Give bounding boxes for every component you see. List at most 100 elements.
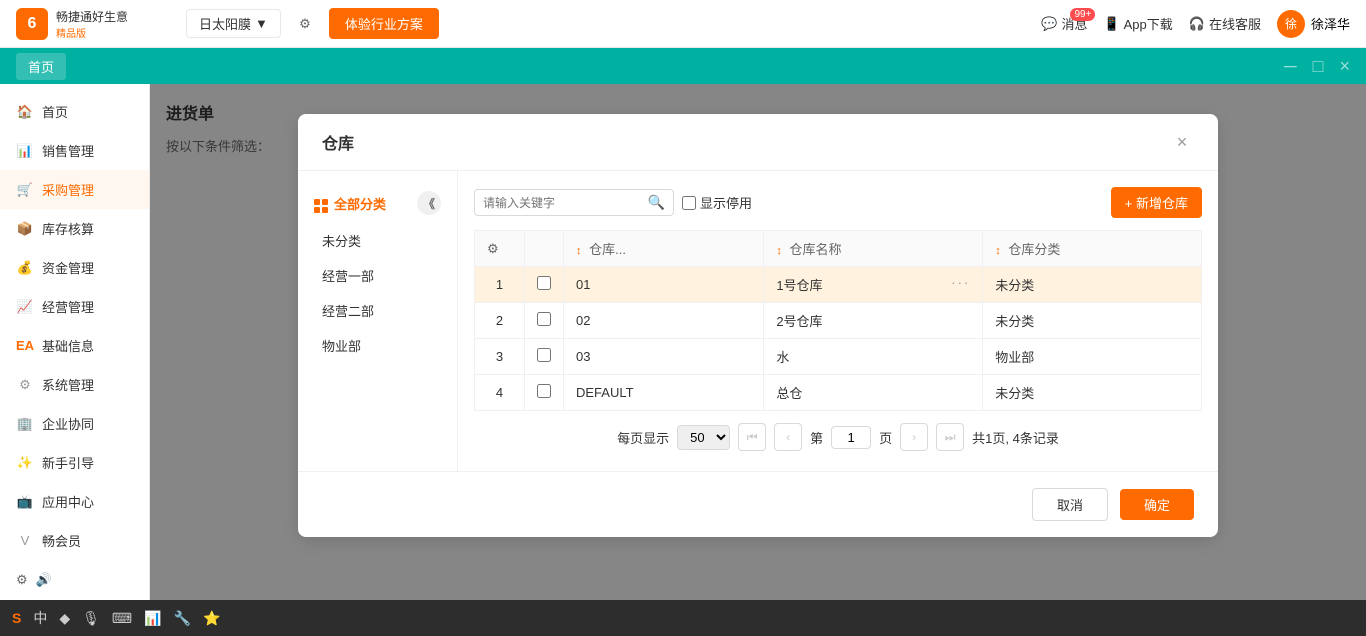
system-icon: ⚙ (16, 376, 34, 394)
headset-icon: 🎧 (1189, 16, 1205, 32)
modal-sidebar-dept2[interactable]: 经营二部 (298, 293, 457, 328)
row-checkbox-4[interactable] (537, 384, 551, 398)
row-category-4: 未分类 (983, 375, 1202, 411)
sidebar-item-finance[interactable]: 💰 资金管理 (0, 248, 149, 287)
last-page-button[interactable]: ⏭ (936, 423, 964, 451)
sidebar-item-enterprise[interactable]: 🏢 企业协同 (0, 404, 149, 443)
guide-icon: ✨ (16, 454, 34, 472)
user-area[interactable]: 徐 徐泽华 (1277, 10, 1350, 38)
bottom-tool-icon[interactable]: 🔧 (174, 610, 191, 627)
bottom-icon-1[interactable]: 中 (33, 608, 47, 628)
settings-icon[interactable]: ⚙ (289, 8, 321, 40)
add-warehouse-button[interactable]: + 新增仓库 (1111, 187, 1202, 218)
row-check-1[interactable] (525, 267, 564, 303)
sidebar-item-stock[interactable]: 📦 库存核算 (0, 209, 149, 248)
sidebar-item-vip[interactable]: V 畅会员 (0, 521, 149, 560)
row-category-3: 物业部 (983, 339, 1202, 375)
logo-icon: 6 (16, 8, 48, 40)
sidebar-item-apps[interactable]: 📺 应用中心 (0, 482, 149, 521)
table-container: ⚙ ↕ 仓库... ↕ 仓库名称 (474, 230, 1202, 411)
purchase-icon: 🛒 (16, 181, 34, 199)
row-checkbox-3[interactable] (537, 348, 551, 362)
modal-toolbar: 🔍 显示停用 + 新增仓库 (474, 187, 1202, 218)
nav-actions: ─ □ × (1284, 56, 1350, 77)
sidebar-item-basic[interactable]: EA 基础信息 (0, 326, 149, 365)
show-disabled-checkbox[interactable] (682, 196, 696, 210)
sidebar-item-purchase[interactable]: 🛒 采购管理 (0, 170, 149, 209)
row-num-2: 2 (475, 303, 525, 339)
row-check-4[interactable] (525, 375, 564, 411)
th-code: ↕ 仓库... (564, 231, 764, 267)
per-page-select[interactable]: 50 (677, 425, 730, 450)
page-input[interactable] (831, 426, 871, 449)
row-checkbox-2[interactable] (537, 312, 551, 326)
tab-home[interactable]: 首页 (16, 53, 66, 80)
username: 徐泽华 (1311, 14, 1350, 33)
row-check-2[interactable] (525, 303, 564, 339)
search-box[interactable]: 🔍 (474, 189, 674, 216)
modal-sidebar-dept1[interactable]: 经营一部 (298, 258, 457, 293)
row-check-3[interactable] (525, 339, 564, 375)
row-name-3: 水 (764, 339, 983, 375)
maximize-icon[interactable]: □ (1313, 56, 1324, 77)
bottom-chart-icon[interactable]: 📊 (144, 610, 161, 627)
table-row[interactable]: 2 02 2号仓库 未分类 (475, 303, 1202, 339)
store-selector[interactable]: 日太阳膜 ▼ (186, 9, 281, 38)
row-name-2: 2号仓库 (764, 303, 983, 339)
home-icon: 🏠 (16, 103, 34, 121)
warehouse-table: ⚙ ↕ 仓库... ↕ 仓库名称 (474, 230, 1202, 411)
sidebar-item-system[interactable]: ⚙ 系统管理 (0, 365, 149, 404)
th-category: ↕ 仓库分类 (983, 231, 1202, 267)
apps-icon: 📺 (16, 493, 34, 511)
sidebar-item-home[interactable]: 🏠 首页 (0, 92, 149, 131)
confirm-button[interactable]: 确定 (1120, 489, 1194, 520)
row-checkbox-1[interactable] (537, 276, 551, 290)
row-actions-1[interactable]: ··· (951, 275, 970, 290)
sidebar-collapse-button[interactable]: 《 (417, 191, 441, 215)
prev-page-button[interactable]: ‹ (774, 423, 802, 451)
next-page-button[interactable]: › (900, 423, 928, 451)
sidebar-item-sales[interactable]: 📊 销售管理 (0, 131, 149, 170)
sidebar-item-guide[interactable]: ✨ 新手引导 (0, 443, 149, 482)
bottom-icon-2[interactable]: ◆ (59, 610, 70, 627)
sort-icon: ↕ (576, 245, 582, 257)
sort-name-icon: ↕ (776, 245, 782, 257)
search-icon[interactable]: 🔍 (648, 194, 665, 211)
search-input[interactable] (483, 196, 648, 210)
service-item[interactable]: 🎧 在线客服 (1189, 14, 1261, 33)
table-row[interactable]: 3 03 水 物业部 (475, 339, 1202, 375)
sort-cat-icon: ↕ (995, 245, 1001, 257)
avatar: 徐 (1277, 10, 1305, 38)
total-records: 共1页, 4条记录 (972, 428, 1059, 447)
close-window-icon[interactable]: × (1339, 56, 1350, 77)
minimize-icon[interactable]: ─ (1284, 56, 1297, 77)
first-page-button[interactable]: ⏮ (738, 423, 766, 451)
modal-sidebar-all-category[interactable]: 全部分类 《 (298, 183, 457, 223)
per-page-label: 每页显示 (617, 428, 669, 447)
modal-main-content: 🔍 显示停用 + 新增仓库 ⚙ (458, 171, 1218, 471)
row-num-1: 1 (475, 267, 525, 303)
finance-icon: 💰 (16, 259, 34, 277)
show-disabled-label[interactable]: 显示停用 (682, 193, 752, 212)
page-label: 第 (810, 428, 823, 447)
sidebar-item-operation[interactable]: 📈 经营管理 (0, 287, 149, 326)
page-unit: 页 (879, 428, 892, 447)
bottom-mic-icon[interactable]: 🎙 (82, 610, 100, 627)
cancel-button[interactable]: 取消 (1032, 488, 1108, 521)
trial-button[interactable]: 体验行业方案 (329, 8, 439, 39)
bottom-keyboard-icon[interactable]: ⌨ (112, 610, 132, 627)
modal-sidebar-property[interactable]: 物业部 (298, 328, 457, 363)
second-nav: 首页 ─ □ × (0, 48, 1366, 84)
chevron-down-icon: ▼ (255, 16, 268, 31)
bottom-bar: S 中 ◆ 🎙 ⌨ 📊 🔧 ⭐ (0, 600, 1366, 636)
table-row[interactable]: 1 01 1号仓库 ··· 未分类 (475, 267, 1202, 303)
settings-bottom-icon[interactable]: ⚙ (16, 572, 28, 588)
modal-sidebar-uncategorized[interactable]: 未分类 (298, 223, 457, 258)
message-item[interactable]: 💬 消息 99+ (1041, 14, 1087, 33)
volume-icon[interactable]: 🔊 (36, 572, 52, 588)
modal-close-button[interactable]: × (1170, 130, 1194, 154)
bottom-star-icon[interactable]: ⭐ (203, 610, 220, 627)
table-row[interactable]: 4 DEFAULT 总仓 未分类 (475, 375, 1202, 411)
modal-sidebar: 全部分类 《 未分类 经营一部 经营二部 物业部 (298, 171, 458, 471)
app-download-item[interactable]: 📱 App下载 (1103, 14, 1172, 33)
